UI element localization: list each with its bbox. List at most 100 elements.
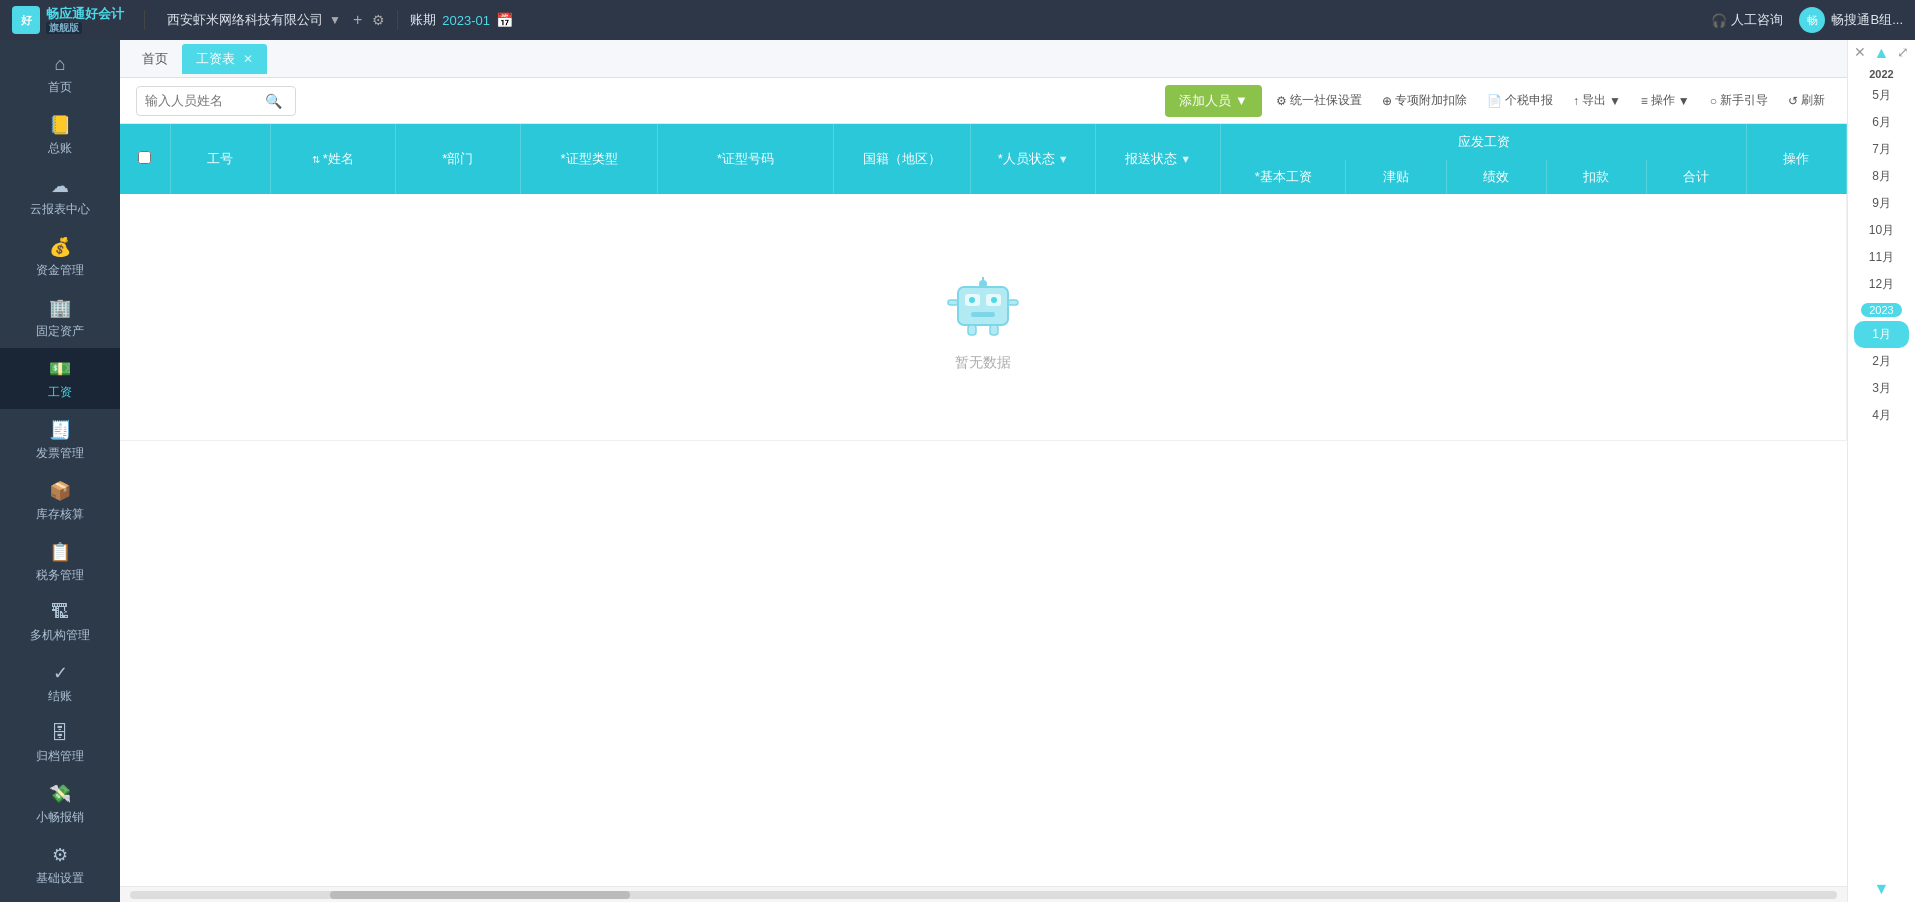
- select-all-checkbox[interactable]: [138, 151, 151, 164]
- empty-text: 暂无数据: [955, 354, 1011, 372]
- period-value: 2023-01: [442, 13, 490, 28]
- company-selector[interactable]: 西安虾米网络科技有限公司 ▼ + ⚙: [167, 11, 385, 29]
- sidebar-item-close-accounts[interactable]: ✓ 结账: [0, 652, 120, 713]
- app-logo: 好 畅应通好会计 旗舰版: [12, 6, 132, 34]
- tab-home[interactable]: 首页: [132, 44, 178, 74]
- th-person-status[interactable]: *人员状态 ▼: [971, 124, 1096, 194]
- calendar-icon[interactable]: 📅: [496, 12, 513, 28]
- month-2022-11[interactable]: 11月: [1848, 244, 1915, 271]
- company-dropdown-icon[interactable]: ▼: [329, 13, 341, 27]
- month-2022-10[interactable]: 10月: [1848, 217, 1915, 244]
- year-2023-badge: 2023: [1848, 302, 1915, 317]
- sidebar-label-cloud-report: 云报表中心: [30, 201, 90, 218]
- th-checkbox[interactable]: [120, 124, 170, 194]
- sidebar-label-expense: 小畅报销: [36, 809, 84, 826]
- sidebar-item-guide[interactable]: ★ 新手引导: [0, 895, 120, 902]
- bottom-scrollbar[interactable]: [120, 886, 1847, 902]
- sidebar-label-settings: 基础设置: [36, 870, 84, 887]
- month-2022-5[interactable]: 5月: [1848, 82, 1915, 109]
- sidebar-item-salary[interactable]: 💵 工资: [0, 348, 120, 409]
- month-2023-1[interactable]: 1月: [1854, 321, 1909, 348]
- settings-icon[interactable]: ⚙: [372, 12, 385, 28]
- social-security-label: 统一社保设置: [1290, 92, 1362, 109]
- export-arrow: ▼: [1609, 94, 1621, 108]
- sidebar-item-archive[interactable]: 🗄 归档管理: [0, 713, 120, 773]
- table-header-row1: 工号 ⇅ *姓名 *部门 *证型类型: [120, 124, 1847, 160]
- th-base-salary-label: *基本工资: [1255, 169, 1312, 184]
- sidebar-item-fund[interactable]: 💰 资金管理: [0, 226, 120, 287]
- right-panel-expand-icon[interactable]: ⤢: [1897, 44, 1909, 60]
- year-2023-label: 2023: [1861, 303, 1901, 317]
- sidebar-label-home: 首页: [48, 79, 72, 96]
- th-cert-no: *证型号码: [658, 124, 833, 194]
- user-label: 畅搜通B组...: [1831, 11, 1903, 29]
- th-base-salary: *基本工资: [1221, 160, 1346, 194]
- sidebar-label-tax: 税务管理: [36, 567, 84, 584]
- svg-rect-11: [990, 325, 998, 335]
- search-input[interactable]: [145, 93, 265, 108]
- filter-icon-person-status[interactable]: ▼: [1058, 153, 1069, 165]
- add-company-icon[interactable]: +: [353, 11, 362, 29]
- month-2022-12[interactable]: 12月: [1848, 271, 1915, 298]
- extra-deduct-label: 专项附加扣除: [1395, 92, 1467, 109]
- toolbar: 🔍 添加人员 ▼ ⚙ 统一社保设置 ⊕ 专项附加扣除 📄 个税申报: [120, 78, 1847, 124]
- home-icon: ⌂: [55, 54, 66, 75]
- month-2022-7[interactable]: 7月: [1848, 136, 1915, 163]
- add-person-button[interactable]: 添加人员 ▼: [1165, 85, 1262, 117]
- table-wrapper: 工号 ⇅ *姓名 *部门 *证型类型: [120, 124, 1847, 886]
- scrollbar-thumb[interactable]: [330, 891, 630, 899]
- service-button[interactable]: 🎧 人工咨询: [1711, 11, 1783, 29]
- sidebar-item-fixed-assets[interactable]: 🏢 固定资产: [0, 287, 120, 348]
- sidebar-item-ledger[interactable]: 📒 总账: [0, 104, 120, 165]
- month-list: 2022 5月 6月 7月 8月 9月 10月 11月 12月 2023 1月 …: [1848, 66, 1915, 876]
- app-edition: 旗舰版: [46, 22, 82, 34]
- content-area: 首页 工资表 ✕ 🔍 添加人员 ▼ ⚙ 统一社保设置: [120, 40, 1847, 902]
- sidebar-label-ledger: 总账: [48, 140, 72, 157]
- sidebar-item-cloud-report[interactable]: ☁ 云报表中心: [0, 165, 120, 226]
- month-2022-6[interactable]: 6月: [1848, 109, 1915, 136]
- th-name[interactable]: ⇅ *姓名: [270, 124, 395, 194]
- search-wrapper[interactable]: 🔍: [136, 86, 296, 116]
- sidebar-item-settings[interactable]: ⚙ 基础设置: [0, 834, 120, 895]
- sidebar-item-invoice[interactable]: 🧾 发票管理: [0, 409, 120, 470]
- month-2022-9[interactable]: 9月: [1848, 190, 1915, 217]
- sidebar: ⌂ 首页 📒 总账 ☁ 云报表中心 💰 资金管理 🏢 固定资产 💵 工资 🧾 发…: [0, 40, 120, 902]
- tab-close-icon[interactable]: ✕: [243, 52, 253, 66]
- sidebar-item-home[interactable]: ⌂ 首页: [0, 44, 120, 104]
- th-cert-type-label: *证型类型: [561, 151, 618, 166]
- sidebar-item-multi-org[interactable]: 🏗 多机构管理: [0, 592, 120, 652]
- guide-btn[interactable]: ○ 新手引导: [1704, 86, 1774, 116]
- extra-deduct-btn[interactable]: ⊕ 专项附加扣除: [1376, 86, 1473, 116]
- sidebar-item-tax[interactable]: 📋 税务管理: [0, 531, 120, 592]
- empty-icon: [943, 262, 1023, 342]
- scrollbar-track[interactable]: [130, 891, 1837, 899]
- right-panel-close-icon[interactable]: ✕: [1854, 44, 1866, 60]
- th-total-label: 合计: [1683, 169, 1709, 184]
- month-2022-8[interactable]: 8月: [1848, 163, 1915, 190]
- operations-btn[interactable]: ≡ 操作 ▼: [1635, 86, 1696, 116]
- tab-salary[interactable]: 工资表 ✕: [182, 44, 267, 74]
- sidebar-item-expense[interactable]: 💸 小畅报销: [0, 773, 120, 834]
- toolbar-actions: 添加人员 ▼ ⚙ 统一社保设置 ⊕ 专项附加扣除 📄 个税申报 ↑: [1165, 85, 1831, 117]
- refresh-label: 刷新: [1801, 92, 1825, 109]
- company-name: 西安虾米网络科技有限公司: [167, 11, 323, 29]
- social-security-btn[interactable]: ⚙ 统一社保设置: [1270, 86, 1368, 116]
- th-report-status[interactable]: 报送状态 ▼: [1096, 124, 1221, 194]
- period-selector[interactable]: 账期 2023-01 📅: [410, 11, 513, 29]
- th-cert-no-label: *证型号码: [717, 151, 774, 166]
- month-2023-2[interactable]: 2月: [1848, 348, 1915, 375]
- year-nav-down[interactable]: ▼: [1848, 876, 1915, 902]
- th-id-label: 工号: [207, 151, 233, 166]
- tax-report-btn[interactable]: 📄 个税申报: [1481, 86, 1559, 116]
- export-btn[interactable]: ↑ 导出 ▼: [1567, 86, 1627, 116]
- sidebar-item-inventory[interactable]: 📦 库存核算: [0, 470, 120, 531]
- tab-home-label: 首页: [142, 50, 168, 68]
- sidebar-label-archive: 归档管理: [36, 748, 84, 765]
- filter-icon-report-status[interactable]: ▼: [1180, 153, 1191, 165]
- refresh-btn[interactable]: ↺ 刷新: [1782, 86, 1831, 116]
- topbar-right: 🎧 人工咨询 畅 畅搜通B组...: [1711, 7, 1903, 33]
- month-2023-4[interactable]: 4月: [1848, 402, 1915, 429]
- year-2022-label: 2022: [1848, 66, 1915, 82]
- month-2023-3[interactable]: 3月: [1848, 375, 1915, 402]
- user-info[interactable]: 畅 畅搜通B组...: [1799, 7, 1903, 33]
